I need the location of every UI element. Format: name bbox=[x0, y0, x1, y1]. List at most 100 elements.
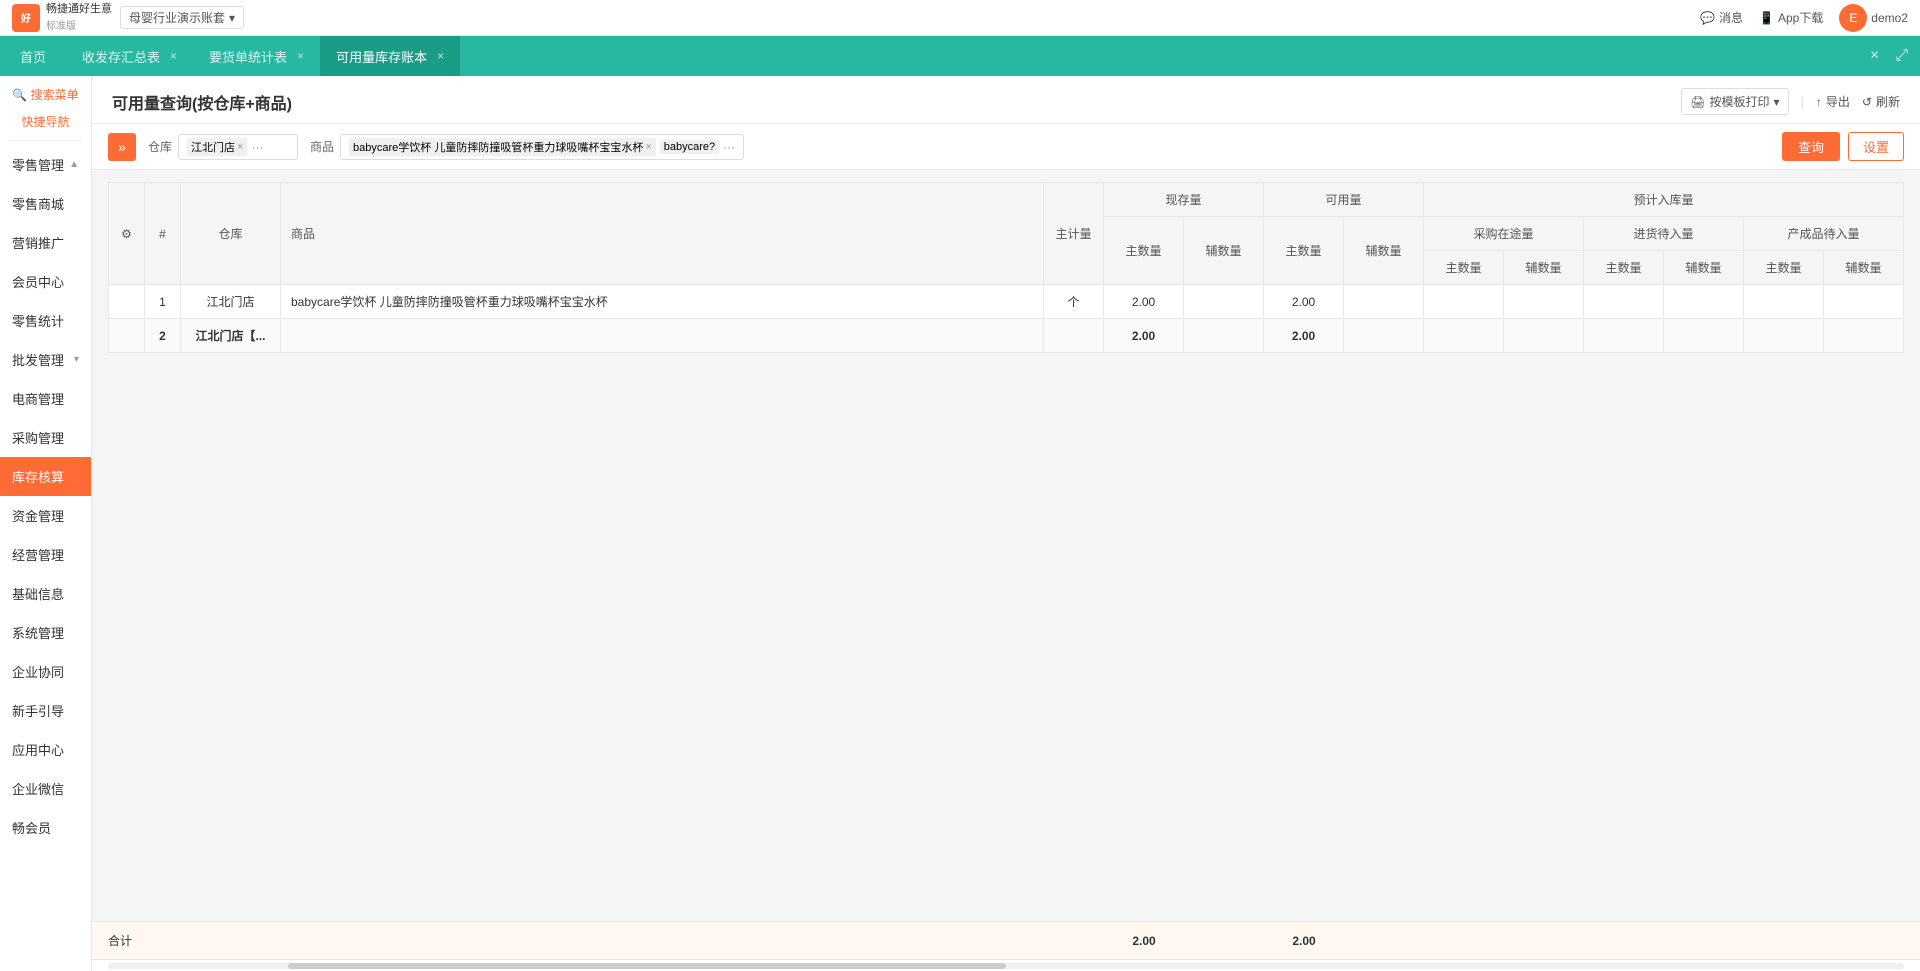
gear-icon: ⚙ bbox=[121, 227, 132, 241]
sidebar-item-wholesale-mgmt-label: 批发管理 bbox=[12, 350, 64, 369]
scrollbar-track[interactable] bbox=[108, 963, 1904, 969]
app-download-button[interactable]: 📱 App下载 bbox=[1759, 9, 1823, 26]
filter-actions: 查询 设置 bbox=[1782, 132, 1904, 161]
content-area: 可用量查询(按仓库+商品) 🖨 按模板打印 ▾ | ↑ 导出 ↺ 刷新 bbox=[92, 76, 1920, 971]
tab-order-stats[interactable]: 要货单统计表 × bbox=[193, 36, 320, 76]
sidebar-item-wholesale-mgmt[interactable]: 批发管理 ▾ bbox=[0, 340, 91, 379]
tabbar-end: × ⤢ bbox=[1866, 43, 1920, 69]
sidebar-search[interactable]: 🔍 搜索菜单 bbox=[0, 76, 91, 109]
sidebar-item-retail-mall-label: 零售商城 bbox=[12, 194, 64, 213]
query-button[interactable]: 查询 bbox=[1782, 132, 1840, 161]
row-product: babycare学饮杯 儿童防摔防撞吸管杯重力球吸嘴杯宝宝水杯 bbox=[281, 285, 1044, 319]
industry-selector[interactable]: 母婴行业演示账套 ▾ bbox=[120, 6, 244, 29]
sidebar-item-member-plus[interactable]: 畅会员 bbox=[0, 808, 91, 847]
sidebar-item-app-center[interactable]: 应用中心 bbox=[0, 730, 91, 769]
footer-summary: 合计 2.00 2.00 bbox=[92, 921, 1920, 959]
app-label: App下载 bbox=[1778, 9, 1823, 26]
row-incoming-main bbox=[1584, 285, 1664, 319]
planned-inbound-header: 预计入库量 bbox=[1424, 183, 1904, 217]
horizontal-scrollbar[interactable] bbox=[92, 959, 1920, 971]
sidebar-item-enterprise-coop[interactable]: 企业协同 bbox=[0, 652, 91, 691]
data-table: ⚙ # 仓库 商品 主计量 现存量 可用量 预计入库量 主数量 辅数量 主数量 bbox=[108, 182, 1904, 353]
logo-icon: 好 bbox=[12, 4, 40, 32]
product-filter-input[interactable]: babycare学饮杯 儿童防摔防撞吸管杯重力球吸嘴杯宝宝水杯 × babyca… bbox=[340, 134, 744, 160]
no-column-header: # bbox=[145, 183, 181, 285]
row-warehouse: 江北门店 bbox=[181, 285, 281, 319]
user-menu[interactable]: E demo2 bbox=[1839, 4, 1908, 32]
current-stock-header: 现存量 bbox=[1104, 183, 1264, 217]
tab-receive-send[interactable]: 收发存汇总表 × bbox=[66, 36, 193, 76]
sidebar-item-finance-mgmt[interactable]: 资金管理 bbox=[0, 496, 91, 535]
refresh-button[interactable]: ↺ 刷新 bbox=[1862, 93, 1900, 110]
chevron-icon: ▲ bbox=[69, 159, 79, 170]
sidebar-item-system-mgmt[interactable]: 系统管理 bbox=[0, 613, 91, 652]
subtotal-incoming-sub bbox=[1664, 319, 1744, 353]
sidebar-item-system-mgmt-label: 系统管理 bbox=[12, 623, 64, 642]
row-incoming-sub bbox=[1664, 285, 1744, 319]
subtotal-row: 2 江北门店【... 2.00 2.00 bbox=[109, 319, 1904, 353]
filter-expand-button[interactable]: » bbox=[108, 133, 136, 161]
product-tag1: babycare学饮杯 儿童防摔防撞吸管杯重力球吸嘴杯宝宝水杯 × bbox=[349, 138, 656, 156]
chevron-down-icon: ▾ bbox=[229, 11, 235, 25]
filter-warehouse-field: 仓库 江北门店 × ··· bbox=[148, 134, 298, 160]
sidebar-item-basic-info[interactable]: 基础信息 bbox=[0, 574, 91, 613]
production-pending-header: 产成品待入量 bbox=[1744, 217, 1904, 251]
avatar-initial: E bbox=[1849, 11, 1857, 25]
row-current-main: 2.00 bbox=[1104, 285, 1184, 319]
subtotal-available-main: 2.00 bbox=[1264, 319, 1344, 353]
warehouse-tag-close[interactable]: × bbox=[237, 141, 243, 153]
product-tag1-close[interactable]: × bbox=[645, 141, 651, 153]
tab-available-stock-close[interactable]: × bbox=[437, 49, 444, 63]
sidebar-item-purchase-mgmt[interactable]: 采购管理 bbox=[0, 418, 91, 457]
sidebar-nav-label: 快捷导航 bbox=[21, 115, 69, 129]
subtotal-production-main bbox=[1744, 319, 1824, 353]
sidebar-item-retail-stats[interactable]: 零售统计 bbox=[0, 301, 91, 340]
tab-available-stock[interactable]: 可用量库存账本 × bbox=[320, 36, 460, 76]
sidebar-item-member-center[interactable]: 会员中心 bbox=[0, 262, 91, 301]
refresh-label: 刷新 bbox=[1876, 93, 1900, 110]
filter-bar: » 仓库 江北门店 × ··· 商品 babycare学饮杯 儿童防摔防撞吸管杯… bbox=[92, 124, 1920, 170]
row-production-main bbox=[1744, 285, 1824, 319]
logo-line2: 标准版 bbox=[46, 17, 112, 32]
product-filter-label: 商品 bbox=[310, 138, 334, 155]
row-gear bbox=[109, 285, 145, 319]
export-button[interactable]: ↑ 导出 bbox=[1816, 93, 1850, 110]
sidebar-item-purchase-mgmt-label: 采购管理 bbox=[12, 428, 64, 447]
message-label: 消息 bbox=[1719, 9, 1743, 26]
product-filter-more: ··· bbox=[723, 140, 735, 154]
sidebar-item-business-mgmt[interactable]: 经营管理 bbox=[0, 535, 91, 574]
sidebar-item-enterprise-wechat[interactable]: 企业微信 bbox=[0, 769, 91, 808]
sidebar-item-stock-check[interactable]: 库存核算 bbox=[0, 457, 91, 496]
subtotal-gear bbox=[109, 319, 145, 353]
sidebar-item-business-mgmt-label: 经营管理 bbox=[12, 545, 64, 564]
tab-order-stats-close[interactable]: × bbox=[297, 49, 304, 63]
message-icon: 💬 bbox=[1700, 11, 1715, 25]
tab-receive-send-close[interactable]: × bbox=[170, 49, 177, 63]
filter-product-field: 商品 babycare学饮杯 儿童防摔防撞吸管杯重力球吸嘴杯宝宝水杯 × bab… bbox=[310, 134, 744, 160]
page-header-actions: 🖨 按模板打印 ▾ | ↑ 导出 ↺ 刷新 bbox=[1681, 88, 1900, 115]
sidebar-nav[interactable]: 快捷导航 bbox=[0, 109, 91, 136]
current-main-header: 主数量 bbox=[1104, 217, 1184, 285]
sidebar-item-ecommerce-mgmt-label: 电商管理 bbox=[12, 389, 64, 408]
warehouse-filter-input[interactable]: 江北门店 × ··· bbox=[178, 134, 298, 160]
row-purchase-transit-sub bbox=[1504, 285, 1584, 319]
sidebar-item-ecommerce-mgmt[interactable]: 电商管理 bbox=[0, 379, 91, 418]
message-button[interactable]: 💬 消息 bbox=[1700, 9, 1743, 26]
sidebar-item-retail-mgmt[interactable]: 零售管理 ▲ bbox=[0, 145, 91, 184]
expand-icon[interactable]: ⤢ bbox=[1891, 43, 1912, 69]
avatar: E bbox=[1839, 4, 1867, 32]
sidebar-item-new-guide[interactable]: 新手引导 bbox=[0, 691, 91, 730]
tabbar: 首页 收发存汇总表 × 要货单统计表 × 可用量库存账本 × × ⤢ bbox=[0, 36, 1920, 76]
sidebar-item-retail-mall[interactable]: 零售商城 bbox=[0, 184, 91, 223]
warehouse-tag: 江北门店 × bbox=[187, 138, 247, 156]
sidebar-search-label: 搜索菜单 bbox=[31, 88, 79, 102]
sidebar-divider bbox=[8, 140, 83, 141]
sidebar-item-marketing[interactable]: 营销推广 bbox=[0, 223, 91, 262]
print-button[interactable]: 🖨 按模板打印 ▾ bbox=[1681, 88, 1788, 115]
gear-column-header[interactable]: ⚙ bbox=[109, 183, 145, 285]
settings-button[interactable]: 设置 bbox=[1848, 132, 1904, 161]
close-all-tabs-button[interactable]: × bbox=[1866, 43, 1883, 69]
sidebar-item-retail-mgmt-label: 零售管理 bbox=[12, 155, 64, 174]
tab-home[interactable]: 首页 bbox=[0, 36, 66, 76]
scrollbar-thumb[interactable] bbox=[288, 963, 1006, 969]
